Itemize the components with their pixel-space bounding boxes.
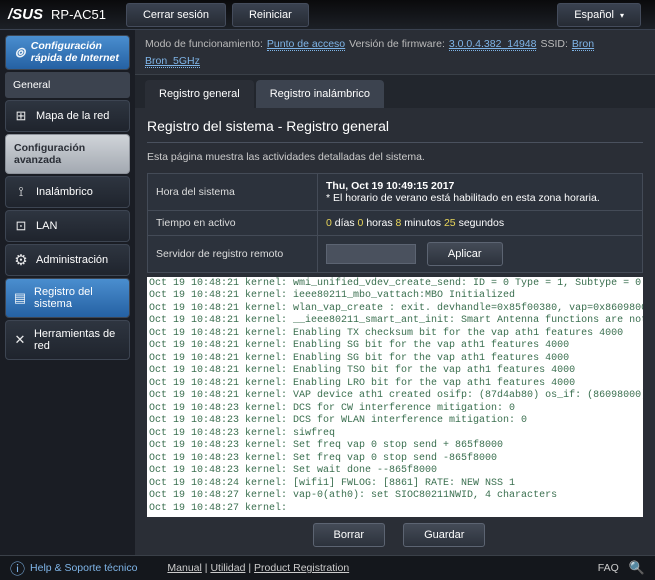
sidebar-item-label: Administración <box>36 254 108 266</box>
log-textarea[interactable]: Oct 19 10:48:20 kernel: wlan_vap_create … <box>147 277 643 517</box>
footer-links: Manual | Utilidad | Product Registration <box>167 562 349 574</box>
tab-general[interactable]: Registro general <box>145 80 254 108</box>
sidebar: ⊚ Configuración rápida de Internet Gener… <box>0 30 135 555</box>
model: RP-AC51 <box>51 7 106 22</box>
gear-icon: ⚙ <box>11 252 31 268</box>
sidebar-item-lan[interactable]: ⊡ LAN <box>5 210 130 242</box>
sidebar-item-label: Registro del sistema <box>34 286 124 310</box>
registration-link[interactable]: Product Registration <box>254 562 349 574</box>
sidebar-item-wireless[interactable]: ⟟ Inalámbrico <box>5 176 130 208</box>
sidebar-header-advanced: Configuración avanzada <box>5 134 130 174</box>
content: Modo de funcionamiento: Punto de acceso … <box>135 30 655 555</box>
help-icon[interactable]: ⓘ <box>10 558 25 579</box>
utility-link[interactable]: Utilidad <box>210 562 245 574</box>
ssid2[interactable]: Bron_5GHz <box>145 55 200 68</box>
help-text[interactable]: Help & Soporte técnico <box>30 563 137 574</box>
info-table: Hora del sistema Thu, Oct 19 10:49:15 20… <box>147 173 643 273</box>
manual-link[interactable]: Manual <box>167 562 201 574</box>
clear-button[interactable]: Borrar <box>313 523 386 547</box>
apply-button[interactable]: Aplicar <box>427 242 503 266</box>
ssid1[interactable]: Bron <box>572 38 594 51</box>
footer: ⓘ Help & Soporte técnico Manual | Utilid… <box>0 555 655 580</box>
reboot-button[interactable]: Reiniciar <box>232 3 309 27</box>
sidebar-item-qis[interactable]: ⊚ Configuración rápida de Internet <box>5 35 130 70</box>
map-icon: ⊞ <box>11 108 31 124</box>
systime-label: Hora del sistema <box>148 174 318 211</box>
firmware-label: Versión de firmware: <box>349 38 445 51</box>
save-button[interactable]: Guardar <box>403 523 485 547</box>
mode-label: Modo de funcionamiento: <box>145 38 263 51</box>
uptime-value: 0 días 0 horas 8 minutos 25 segundos <box>318 211 643 236</box>
sidebar-item-label: LAN <box>36 220 57 232</box>
logo: /SUS <box>8 6 43 23</box>
sidebar-header-general: General <box>5 72 130 98</box>
log-icon: ▤ <box>11 290 29 306</box>
tabs: Registro general Registro inalámbrico <box>135 75 655 108</box>
remote-input[interactable] <box>326 244 416 264</box>
remote-label: Servidor de registro remoto <box>148 236 318 273</box>
sidebar-item-label: Configuración rápida de Internet <box>31 41 124 64</box>
faq-link[interactable]: FAQ <box>598 562 619 574</box>
lan-icon: ⊡ <box>11 218 31 234</box>
mode-value[interactable]: Punto de acceso <box>267 38 345 51</box>
sidebar-item-admin[interactable]: ⚙ Administración <box>5 244 130 276</box>
sidebar-item-label: Inalámbrico <box>36 186 93 198</box>
firmware-value[interactable]: 3.0.0.4.382_14948 <box>449 38 537 51</box>
tools-icon: ✕ <box>11 332 29 348</box>
sidebar-item-nettools[interactable]: ✕ Herramientas de red <box>5 320 130 360</box>
sidebar-item-syslog[interactable]: ▤ Registro del sistema <box>5 278 130 318</box>
logout-button[interactable]: Cerrar sesión <box>126 3 226 27</box>
language-select[interactable]: Español <box>557 3 641 27</box>
ssid-label: SSID: <box>540 38 567 51</box>
main: ⊚ Configuración rápida de Internet Gener… <box>0 30 655 555</box>
page-subtitle: Esta página muestra las actividades deta… <box>147 151 643 163</box>
dst-note: * El horario de verano está habilitado e… <box>326 192 600 204</box>
search-icon[interactable]: 🔍 <box>629 560 645 576</box>
mode-bar: Modo de funcionamiento: Punto de acceso … <box>135 30 655 75</box>
sidebar-item-label: Herramientas de red <box>34 328 124 352</box>
topbar: /SUS RP-AC51 Cerrar sesión Reiniciar Esp… <box>0 0 655 30</box>
page-title: Registro del sistema - Registro general <box>147 118 643 143</box>
sidebar-item-label: Mapa de la red <box>36 110 109 122</box>
systime-value: Thu, Oct 19 10:49:15 2017 <box>326 180 454 192</box>
uptime-label: Tiempo en activo <box>148 211 318 236</box>
globe-icon: ⊚ <box>14 45 26 61</box>
wifi-icon: ⟟ <box>11 184 31 200</box>
tab-wireless[interactable]: Registro inalámbrico <box>256 80 384 108</box>
sidebar-item-map[interactable]: ⊞ Mapa de la red <box>5 100 130 132</box>
